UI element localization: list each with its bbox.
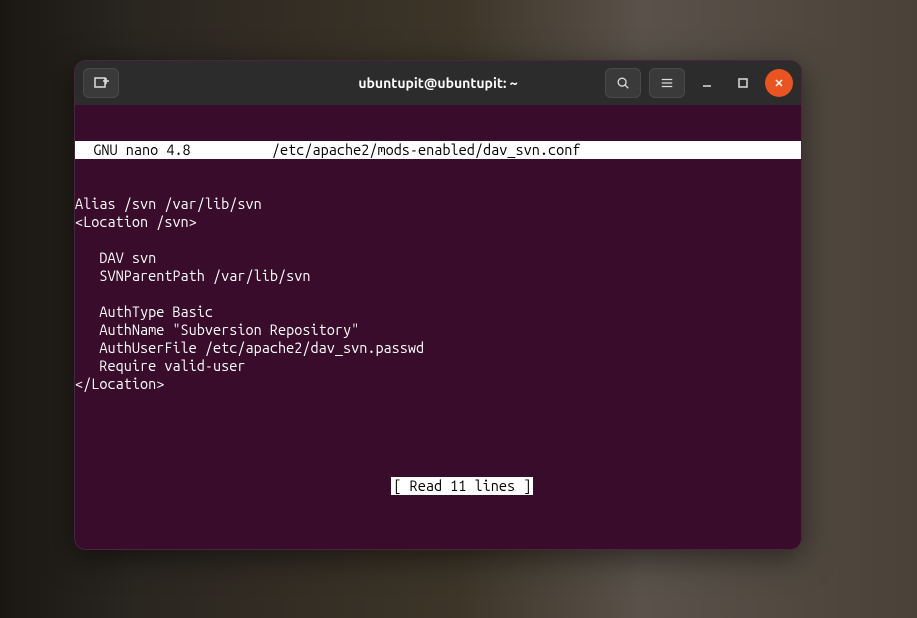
hamburger-icon xyxy=(660,76,674,90)
search-button[interactable] xyxy=(605,68,641,98)
maximize-button[interactable] xyxy=(729,69,757,97)
shortcut-where-is: ^WWhere Is xyxy=(317,549,438,550)
nano-editor-content[interactable]: Alias /svn /var/lib/svn <Location /svn> … xyxy=(75,195,801,393)
nano-file-path: /etc/apache2/mods-enabled/dav_svn.conf xyxy=(272,141,581,159)
close-button[interactable] xyxy=(765,69,793,97)
menu-button[interactable] xyxy=(649,68,685,98)
minimize-button[interactable] xyxy=(693,69,721,97)
terminal-body[interactable]: GNU nano 4.8 /etc/apache2/mods-enabled/d… xyxy=(75,105,801,549)
shortcut-cur-pos: ^CCur Pos xyxy=(680,549,801,550)
shortcut-row-1: ^GGet Help ^OWrite Out ^WWhere Is ^KCut … xyxy=(75,549,801,550)
shortcut-cut-text: ^KCut Text xyxy=(438,549,559,550)
minimize-icon xyxy=(701,77,713,89)
titlebar-right-controls xyxy=(605,68,793,98)
nano-status-line: [ Read 11 lines ] xyxy=(75,459,801,513)
window-title: ubuntupit@ubuntupit: ~ xyxy=(358,75,517,91)
shortcut-justify: ^JJustify xyxy=(559,549,680,550)
new-tab-button[interactable] xyxy=(83,68,119,98)
nano-app-name: GNU nano 4.8 xyxy=(77,141,191,159)
close-icon xyxy=(773,77,785,89)
nano-status-message: [ Read 11 lines ] xyxy=(391,477,533,495)
search-icon xyxy=(616,76,630,90)
terminal-window: ubuntupit@ubuntupit: ~ xyxy=(74,60,802,550)
shortcut-write-out: ^OWrite Out xyxy=(196,549,317,550)
maximize-icon xyxy=(737,77,749,89)
titlebar-left-controls xyxy=(83,68,119,98)
new-tab-icon xyxy=(93,75,109,91)
shortcut-get-help: ^GGet Help xyxy=(75,549,196,550)
nano-header-bar: GNU nano 4.8 /etc/apache2/mods-enabled/d… xyxy=(75,141,801,159)
nano-shortcuts-bar: ^GGet Help ^OWrite Out ^WWhere Is ^KCut … xyxy=(75,513,801,549)
window-titlebar: ubuntupit@ubuntupit: ~ xyxy=(75,61,801,105)
